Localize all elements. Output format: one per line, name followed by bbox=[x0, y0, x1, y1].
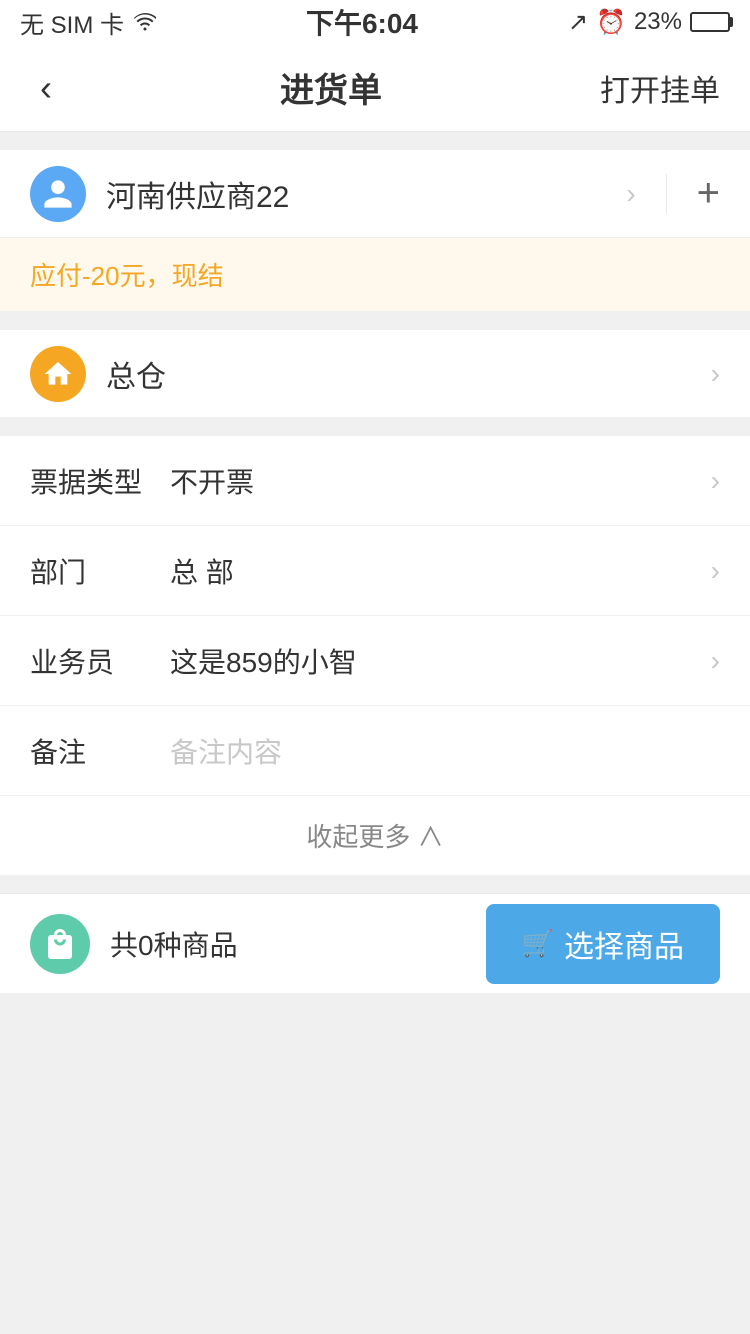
supplier-divider bbox=[666, 174, 667, 214]
section-gap-2 bbox=[0, 311, 750, 329]
notice-text: 应付-20元，现结 bbox=[30, 261, 224, 291]
battery-percent: 23% bbox=[634, 8, 682, 36]
warehouse-arrow-icon: › bbox=[711, 358, 720, 390]
add-supplier-button[interactable]: + bbox=[697, 171, 720, 216]
select-btn-label: 选择商品 bbox=[564, 922, 684, 966]
warehouse-row[interactable]: 总仓 › bbox=[0, 329, 750, 417]
supplier-name: 河南供应商22 bbox=[106, 172, 626, 216]
collapse-button[interactable]: 收起更多 ∧ bbox=[0, 795, 750, 875]
product-icon-circle bbox=[30, 914, 90, 974]
alarm-icon: ⏰ bbox=[596, 8, 626, 37]
shopping-bag-icon bbox=[42, 926, 78, 962]
form-row-remark[interactable]: 备注 备注内容 bbox=[0, 705, 750, 795]
form-row-salesperson[interactable]: 业务员 这是859的小智 › bbox=[0, 615, 750, 705]
collapse-label: 收起更多 ∧ bbox=[306, 817, 443, 854]
form-section: 票据类型 不开票 › 部门 总 部 › 业务员 这是859的小智 › 备注 备注… bbox=[0, 435, 750, 875]
salesperson-label: 业务员 bbox=[30, 641, 160, 681]
remark-label: 备注 bbox=[30, 731, 160, 771]
back-button[interactable]: ‹ bbox=[30, 57, 62, 119]
supplier-row[interactable]: 河南供应商22 › + bbox=[0, 150, 750, 238]
status-left: 无 SIM 卡 bbox=[20, 5, 156, 40]
salesperson-value: 这是859的小智 bbox=[160, 641, 711, 681]
supplier-avatar bbox=[30, 166, 86, 222]
supplier-arrow-icon: › bbox=[626, 178, 635, 210]
warehouse-icon-circle bbox=[30, 346, 86, 402]
select-product-button[interactable]: 🛒 选择商品 bbox=[486, 904, 720, 984]
remark-value[interactable]: 备注内容 bbox=[160, 731, 720, 771]
wifi-icon bbox=[134, 13, 156, 31]
person-icon bbox=[41, 177, 75, 211]
battery-icon bbox=[690, 12, 730, 32]
location-icon: ↗ bbox=[568, 8, 588, 37]
invoice-arrow-icon: › bbox=[711, 465, 720, 497]
status-bar: 无 SIM 卡 下午6:04 ↗ ⏰ 23% bbox=[0, 0, 750, 44]
nav-bar: ‹ 进货单 打开挂单 bbox=[0, 44, 750, 132]
department-arrow-icon: › bbox=[711, 555, 720, 587]
section-gap-1 bbox=[0, 132, 750, 150]
open-pending-button[interactable]: 打开挂单 bbox=[600, 66, 720, 110]
page-title: 进货单 bbox=[280, 63, 382, 112]
department-label: 部门 bbox=[30, 551, 160, 591]
department-value: 总 部 bbox=[160, 551, 711, 591]
supplier-section: 河南供应商22 › + 应付-20元，现结 bbox=[0, 150, 750, 311]
status-time: 下午6:04 bbox=[306, 2, 418, 42]
form-row-department[interactable]: 部门 总 部 › bbox=[0, 525, 750, 615]
section-gap-3 bbox=[0, 417, 750, 435]
invoice-label: 票据类型 bbox=[30, 461, 160, 501]
salesperson-arrow-icon: › bbox=[711, 645, 720, 677]
status-right: ↗ ⏰ 23% bbox=[568, 8, 730, 37]
select-btn-icon: 🛒 bbox=[522, 928, 554, 959]
product-count-text: 共0种商品 bbox=[110, 924, 486, 964]
invoice-value: 不开票 bbox=[160, 461, 711, 501]
notice-bar: 应付-20元，现结 bbox=[0, 238, 750, 311]
form-row-invoice[interactable]: 票据类型 不开票 › bbox=[0, 435, 750, 525]
warehouse-building-icon bbox=[42, 358, 74, 390]
carrier-text: 无 SIM 卡 bbox=[20, 5, 124, 40]
warehouse-name: 总仓 bbox=[106, 352, 711, 396]
bottom-bar: 共0种商品 🛒 选择商品 bbox=[0, 893, 750, 993]
